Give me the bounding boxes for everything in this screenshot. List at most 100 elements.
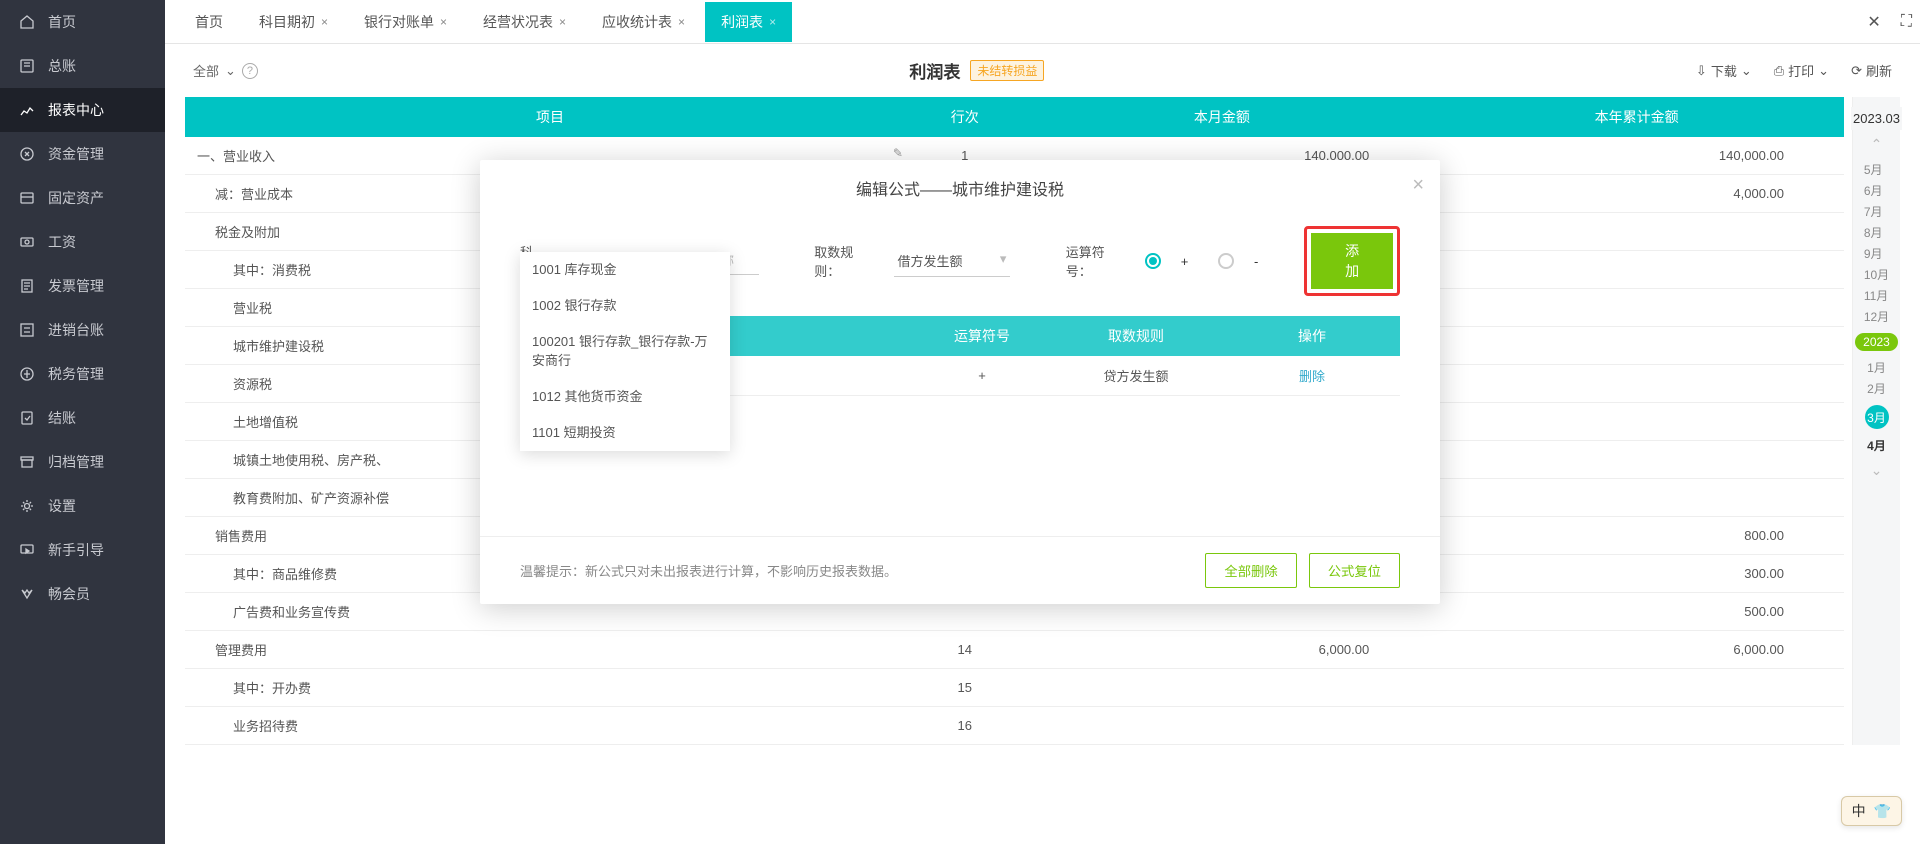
- tabbar: 首页 科目期初 × 银行对账单× 经营状况表× 应收统计表× 利润表× ✕ ⛶: [165, 0, 1920, 44]
- close-icon[interactable]: ×: [321, 15, 328, 29]
- delete-all-button[interactable]: 全部删除: [1205, 553, 1296, 588]
- delete-link[interactable]: 删除: [1299, 369, 1325, 384]
- subject-dropdown[interactable]: 1001 库存现金1002 银行存款100201 银行存款_银行存款-万安商行1…: [520, 252, 730, 451]
- radio-plus[interactable]: [1145, 253, 1161, 269]
- month-item[interactable]: 8月: [1864, 222, 1889, 243]
- ime-indicator[interactable]: 中 👕: [1841, 796, 1902, 826]
- month-strip: 2023.03 ⌃ 5月6月7月8月9月10月11月12月 2023 1月2月 …: [1852, 97, 1900, 745]
- toolbar: 全部 ⌄ ? 利润表 未结转损益 ⇩下载⌄ ⎙打印⌄ ⟳刷新: [165, 44, 1920, 97]
- refresh-button[interactable]: ⟳刷新: [1851, 61, 1892, 80]
- sidebar-item-label: 新手引导: [48, 540, 104, 560]
- tab-profit[interactable]: 利润表×: [705, 2, 792, 42]
- close-icon[interactable]: ×: [769, 15, 776, 29]
- fcol-rule: 取数规则: [1048, 316, 1224, 356]
- cell-year: [1429, 251, 1844, 289]
- tab-label: 科目期初: [259, 12, 315, 32]
- tab-receivable-stats[interactable]: 应收统计表×: [586, 2, 701, 42]
- cell-year: [1429, 669, 1844, 707]
- month-next[interactable]: 4月: [1867, 435, 1886, 456]
- close-icon[interactable]: ×: [440, 15, 447, 29]
- sidebar-item-inout[interactable]: 进销台账: [0, 308, 165, 352]
- sidebar-item-salary[interactable]: 工资: [0, 220, 165, 264]
- reset-formula-button[interactable]: 公式复位: [1309, 553, 1400, 588]
- edit-icon[interactable]: ✎: [893, 146, 903, 160]
- table-row[interactable]: 业务招待费16: [185, 707, 1844, 745]
- print-button[interactable]: ⎙打印⌄: [1774, 61, 1829, 80]
- close-icon[interactable]: ×: [559, 15, 566, 29]
- cell-project: 其中：开办费: [185, 669, 915, 707]
- rule-select[interactable]: 借方发生额▾: [894, 245, 1011, 277]
- sidebar-item-tax[interactable]: 税务管理: [0, 352, 165, 396]
- month-item[interactable]: 5月: [1864, 159, 1889, 180]
- cell-year: 6,000.00: [1429, 631, 1844, 669]
- month-item[interactable]: 12月: [1864, 306, 1889, 327]
- table-row[interactable]: 其中：开办费15: [185, 669, 1844, 707]
- tab-home[interactable]: 首页: [179, 2, 239, 42]
- cell-year: [1429, 479, 1844, 517]
- sidebar-item-archive[interactable]: 归档管理: [0, 440, 165, 484]
- cell-year: [1429, 707, 1844, 745]
- cell-line: 15: [915, 669, 1015, 707]
- month-item[interactable]: 9月: [1864, 243, 1889, 264]
- inout-icon: [18, 321, 36, 339]
- table-row[interactable]: 管理费用146,000.006,000.00: [185, 631, 1844, 669]
- cell-line: 16: [915, 707, 1015, 745]
- year-pill[interactable]: 2023: [1855, 333, 1898, 351]
- sidebar-item-member[interactable]: 畅会员: [0, 572, 165, 616]
- sidebar-item-invoice[interactable]: 发票管理: [0, 264, 165, 308]
- sidebar-item-report[interactable]: 报表中心: [0, 88, 165, 132]
- sidebar-item-label: 报表中心: [48, 100, 104, 120]
- cell-year: 300.00: [1429, 555, 1844, 593]
- sidebar-item-settings[interactable]: 设置: [0, 484, 165, 528]
- month-item[interactable]: 7月: [1864, 201, 1889, 222]
- close-icon[interactable]: ×: [678, 15, 685, 29]
- modal-close-button[interactable]: ×: [1412, 174, 1424, 197]
- month-item[interactable]: 10月: [1864, 264, 1889, 285]
- fund-icon: [18, 145, 36, 163]
- dropdown-item[interactable]: 1001 库存现金: [520, 252, 730, 288]
- cell-year: [1429, 213, 1844, 251]
- sidebar-item-fund[interactable]: 资金管理: [0, 132, 165, 176]
- sidebar-item-guide[interactable]: 新手引导: [0, 528, 165, 572]
- sidebar-item-home[interactable]: 首页: [0, 0, 165, 44]
- dropdown-item[interactable]: 1101 短期投资: [520, 415, 730, 451]
- sidebar-item-close[interactable]: 结账: [0, 396, 165, 440]
- ledger-icon: [18, 57, 36, 75]
- download-button[interactable]: ⇩下载⌄: [1696, 61, 1752, 80]
- month-down-button[interactable]: ⌄: [1871, 462, 1883, 479]
- col-month: 本月金额: [1014, 97, 1429, 137]
- cell-month: [1014, 707, 1429, 745]
- tab-business-status[interactable]: 经营状况表×: [467, 2, 582, 42]
- sidebar-item-asset[interactable]: 固定资产: [0, 176, 165, 220]
- tab-bank-statement[interactable]: 银行对账单×: [348, 2, 463, 42]
- refresh-icon: ⟳: [1851, 63, 1862, 79]
- sidebar-item-ledger[interactable]: 总账: [0, 44, 165, 88]
- rule-value: 借方发生额: [898, 251, 963, 270]
- month-item[interactable]: 11月: [1864, 285, 1889, 306]
- ime-lang: 中: [1852, 801, 1866, 821]
- month-item[interactable]: 2月: [1867, 378, 1886, 399]
- fcol-action: 操作: [1224, 316, 1400, 356]
- radio-minus[interactable]: [1218, 253, 1234, 269]
- rule-label: 取数规则：: [814, 242, 877, 280]
- cell-year: 4,000.00: [1429, 175, 1844, 213]
- filter-dropdown[interactable]: 全部 ⌄ ?: [193, 61, 258, 80]
- radio-minus-label: -: [1254, 254, 1258, 269]
- month-up-button[interactable]: ⌃: [1871, 136, 1883, 153]
- modal-title: 编辑公式——城市维护建设税: [856, 182, 1064, 199]
- month-active[interactable]: 3月: [1865, 405, 1889, 429]
- add-button[interactable]: 添加: [1311, 233, 1393, 289]
- sidebar-item-label: 资金管理: [48, 144, 104, 164]
- dropdown-item[interactable]: 1002 银行存款: [520, 288, 730, 324]
- dropdown-item[interactable]: 100201 银行存款_银行存款-万安商行: [520, 324, 730, 378]
- tabs-close-button[interactable]: ✕: [1859, 4, 1888, 40]
- month-item[interactable]: 1月: [1867, 357, 1886, 378]
- month-item[interactable]: 6月: [1864, 180, 1889, 201]
- tab-subject-init[interactable]: 科目期初 ×: [243, 2, 344, 42]
- ime-shirt-icon: 👕: [1874, 803, 1891, 820]
- info-icon[interactable]: ?: [242, 63, 258, 79]
- dropdown-item[interactable]: 1012 其他货币资金: [520, 379, 730, 415]
- action-label: 刷新: [1866, 61, 1892, 80]
- fullscreen-icon[interactable]: ⛶: [1893, 5, 1920, 39]
- sidebar-item-label: 税务管理: [48, 364, 104, 384]
